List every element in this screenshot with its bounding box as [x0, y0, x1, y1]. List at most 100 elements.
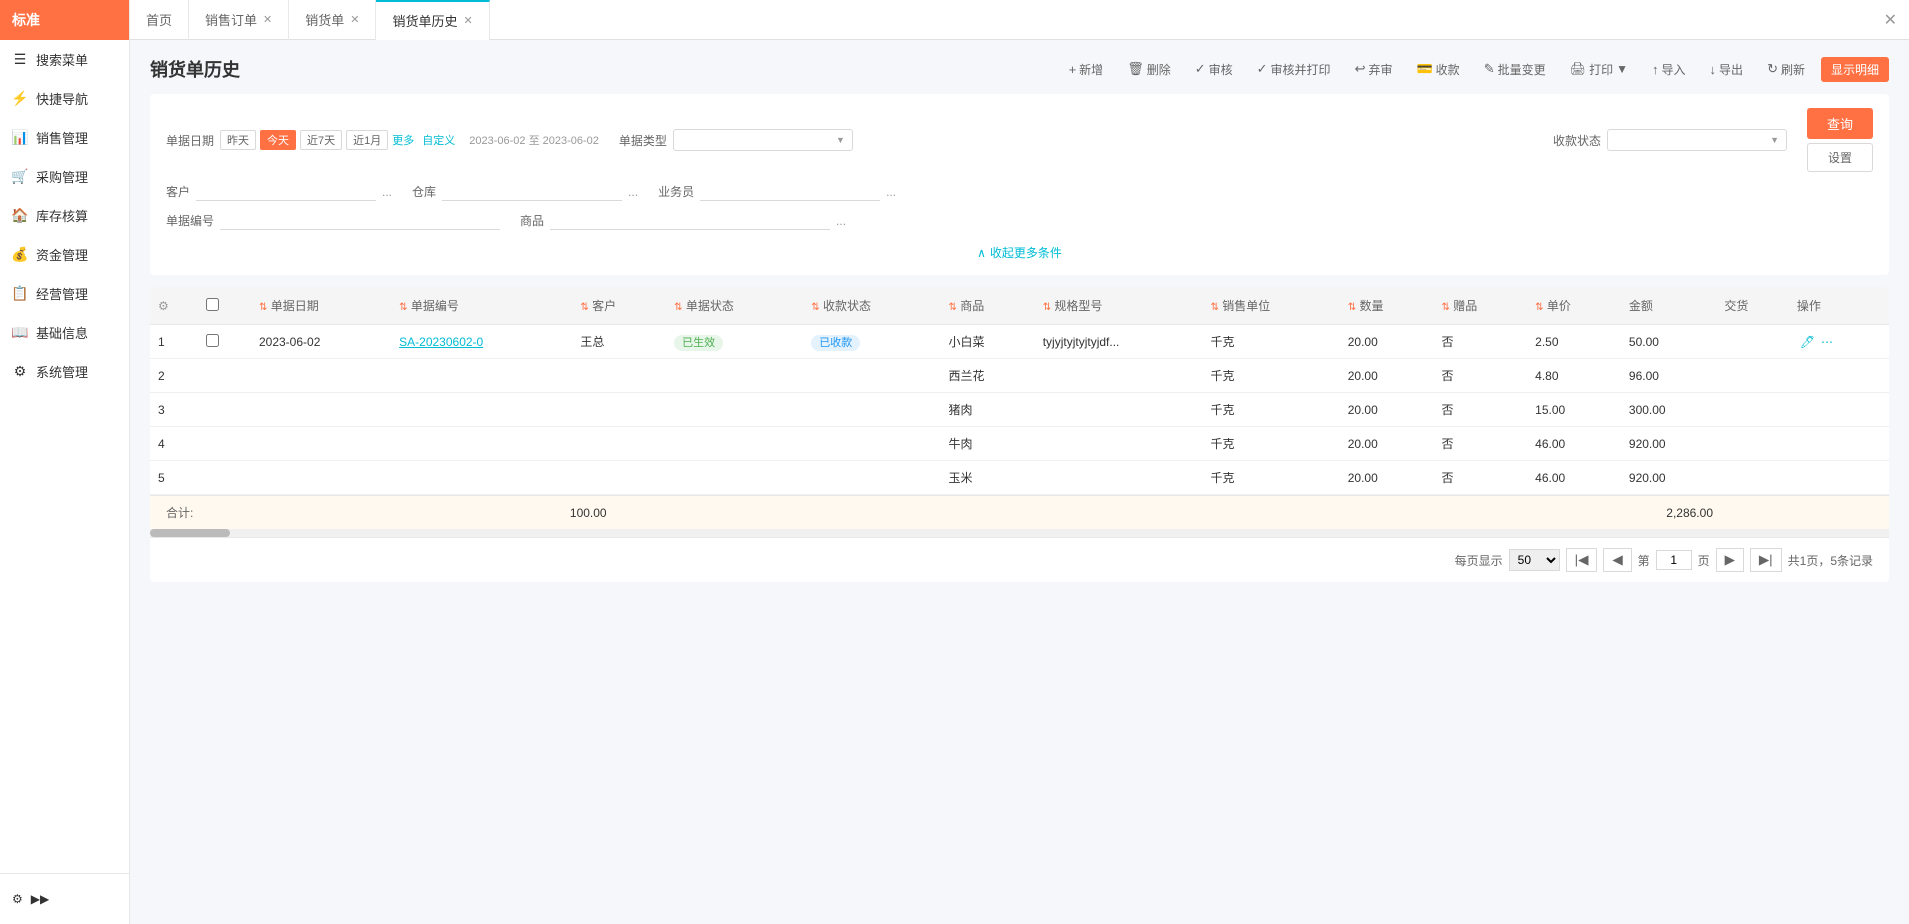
warehouse-ellipsis[interactable]: ... — [628, 185, 638, 199]
doc-no-link[interactable]: SA-20230602-0 — [399, 335, 483, 349]
collect-button[interactable]: 💳 收款 — [1408, 57, 1467, 82]
col-doc-status[interactable]: ⇅ 单据状态 — [666, 287, 803, 325]
goods-ellipsis[interactable]: ... — [836, 214, 846, 228]
tab-sales-delivery[interactable]: 销货单 ✕ — [289, 0, 376, 40]
table-header-row: ⚙ ⇅ 单据日期 ⇅ 单据编号 ⇅ 客户 ⇅ 单据状态 ⇅ 收款状态 ⇅ 商品 … — [150, 287, 1889, 325]
scroll-thumb[interactable] — [150, 529, 230, 537]
cell-unit: 千克 — [1203, 461, 1340, 495]
export-icon: ↓ — [1710, 62, 1717, 77]
sidebar-item-purchase-mgmt[interactable]: 🛒 采购管理 — [0, 157, 129, 196]
warehouse-input[interactable] — [442, 182, 622, 201]
select-all-checkbox[interactable] — [206, 298, 219, 311]
col-gift[interactable]: ⇅ 赠品 — [1433, 287, 1527, 325]
first-page-btn[interactable]: |◀ — [1566, 548, 1598, 572]
staff-input[interactable] — [700, 182, 880, 201]
col-price[interactable]: ⇅ 单价 — [1527, 287, 1621, 325]
cell-qty: 20.00 — [1340, 325, 1434, 359]
sort-date-icon: ⇅ — [259, 302, 267, 313]
collapse-filter-btn[interactable]: ∧ 收起更多条件 — [166, 240, 1873, 261]
tab-home[interactable]: 首页 — [130, 0, 189, 40]
docno-input[interactable] — [220, 211, 500, 230]
filter-date-item: 单据日期 昨天 今天 近7天 近1月 更多 自定义 2023-06-02 至 2… — [166, 130, 599, 150]
tab-sales-order[interactable]: 销售订单 ✕ — [189, 0, 289, 40]
sort-spec-icon: ⇅ — [1043, 302, 1051, 313]
print-button[interactable]: 🖨 打印 ▼ — [1562, 57, 1636, 82]
discard-button[interactable]: ↩ 弃审 — [1347, 57, 1401, 82]
date-custom-link[interactable]: 自定义 — [422, 132, 455, 148]
table-row: 5 玉米 千克 20.00 否 46.00 920.00 — [150, 461, 1889, 495]
col-qty[interactable]: ⇅ 数量 — [1340, 287, 1434, 325]
cell-qty: 20.00 — [1340, 359, 1434, 393]
date-more-link[interactable]: 更多 — [392, 132, 414, 148]
cell-customer — [572, 393, 666, 427]
per-page-select[interactable]: 50 100 200 — [1509, 549, 1560, 571]
col-date[interactable]: ⇅ 单据日期 — [251, 287, 391, 325]
next-page-btn[interactable]: ▶ — [1716, 548, 1744, 572]
export-button[interactable]: ↓ 导出 — [1702, 57, 1752, 82]
tab-sales-history-close[interactable]: ✕ — [464, 14, 473, 27]
add-button[interactable]: + 新增 — [1061, 57, 1112, 82]
cell-ops — [1789, 359, 1889, 393]
cell-checkbox — [198, 359, 251, 393]
date-btn-1month[interactable]: 近1月 — [346, 130, 388, 150]
date-btn-yesterday[interactable]: 昨天 — [220, 130, 256, 150]
filter-row-2: 客户 ... 仓库 ... 业务员 ... — [166, 182, 1873, 201]
close-all-tabs[interactable]: ✕ — [1872, 10, 1909, 30]
payment-select[interactable] — [1607, 129, 1787, 151]
delete-button[interactable]: 🗑 删除 — [1119, 57, 1179, 82]
settings-button[interactable]: 设置 — [1807, 143, 1873, 172]
col-docno[interactable]: ⇅ 单据编号 — [391, 287, 572, 325]
tab-sales-delivery-close[interactable]: ✕ — [350, 13, 359, 26]
sidebar-item-label: 快捷导航 — [36, 89, 88, 108]
show-detail-button[interactable]: 显示明细 — [1821, 57, 1889, 82]
sidebar-item-sales-mgmt[interactable]: 📊 销售管理 — [0, 118, 129, 157]
tab-sales-order-close[interactable]: ✕ — [263, 13, 272, 26]
refresh-button[interactable]: ↻ 刷新 — [1759, 57, 1813, 82]
cell-payment-status: 已收款 — [803, 325, 940, 359]
sort-gift-icon: ⇅ — [1441, 302, 1449, 313]
cell-payment-status — [803, 427, 940, 461]
col-goods[interactable]: ⇅ 商品 — [940, 287, 1034, 325]
sidebar-item-basic-info[interactable]: 📖 基础信息 — [0, 313, 129, 352]
current-page-input[interactable] — [1656, 550, 1692, 570]
query-button[interactable]: 查询 — [1807, 108, 1873, 139]
sidebar-item-search-menu[interactable]: ☰ 搜索菜单 — [0, 40, 129, 79]
sidebar-item-sys-mgmt[interactable]: ⚙ 系统管理 — [0, 352, 129, 391]
sidebar-logo: 标准 — [0, 0, 129, 40]
col-customer[interactable]: ⇅ 客户 — [572, 287, 666, 325]
date-btn-today[interactable]: 今天 — [260, 130, 296, 150]
customer-ellipsis[interactable]: ... — [382, 185, 392, 199]
col-spec[interactable]: ⇅ 规格型号 — [1035, 287, 1203, 325]
import-icon: ↑ — [1652, 62, 1659, 77]
cell-amount: 96.00 — [1621, 359, 1716, 393]
row-checkbox[interactable] — [206, 334, 219, 347]
sidebar-item-inventory-calc[interactable]: 🏠 库存核算 — [0, 196, 129, 235]
col-payment-status[interactable]: ⇅ 收款状态 — [803, 287, 940, 325]
sidebar-item-quick-nav[interactable]: ⚡ 快捷导航 — [0, 79, 129, 118]
delete-row-btn[interactable]: ⋯ — [1818, 335, 1836, 349]
last-page-btn[interactable]: ▶| — [1750, 548, 1782, 572]
customer-input[interactable] — [196, 182, 376, 201]
sort-unit-icon: ⇅ — [1211, 302, 1219, 313]
batch-change-button[interactable]: ✎ 批量变更 — [1476, 57, 1554, 82]
horizontal-scrollbar[interactable] — [150, 529, 1889, 537]
edit-row-btn[interactable]: 🖊 — [1797, 335, 1818, 349]
cell-date — [251, 393, 391, 427]
table-gear-icon[interactable]: ⚙ — [158, 299, 169, 313]
tab-sales-history[interactable]: 销货单历史 ✕ — [376, 0, 489, 40]
data-table: ⚙ ⇅ 单据日期 ⇅ 单据编号 ⇅ 客户 ⇅ 单据状态 ⇅ 收款状态 ⇅ 商品 … — [150, 287, 1889, 495]
table-row: 3 猪肉 千克 20.00 否 15.00 300.00 — [150, 393, 1889, 427]
goods-input[interactable] — [550, 211, 830, 230]
sidebar-settings-icon[interactable]: ⚙ ▶▶ — [0, 882, 129, 916]
type-select[interactable] — [673, 129, 853, 151]
sidebar-item-fund-mgmt[interactable]: 💰 资金管理 — [0, 235, 129, 274]
staff-ellipsis[interactable]: ... — [886, 185, 896, 199]
col-unit[interactable]: ⇅ 销售单位 — [1203, 287, 1340, 325]
audit-print-button[interactable]: ✓ 审核并打印 — [1249, 57, 1339, 82]
date-btn-7days[interactable]: 近7天 — [300, 130, 342, 150]
import-button[interactable]: ↑ 导入 — [1644, 57, 1694, 82]
sidebar-item-ops-mgmt[interactable]: 📋 经营管理 — [0, 274, 129, 313]
prev-page-btn[interactable]: ◀ — [1603, 548, 1631, 572]
sidebar: 标准 ☰ 搜索菜单 ⚡ 快捷导航 📊 销售管理 🛒 采购管理 🏠 库存核算 💰 … — [0, 0, 130, 924]
audit-button[interactable]: ✓ 审核 — [1187, 57, 1241, 82]
